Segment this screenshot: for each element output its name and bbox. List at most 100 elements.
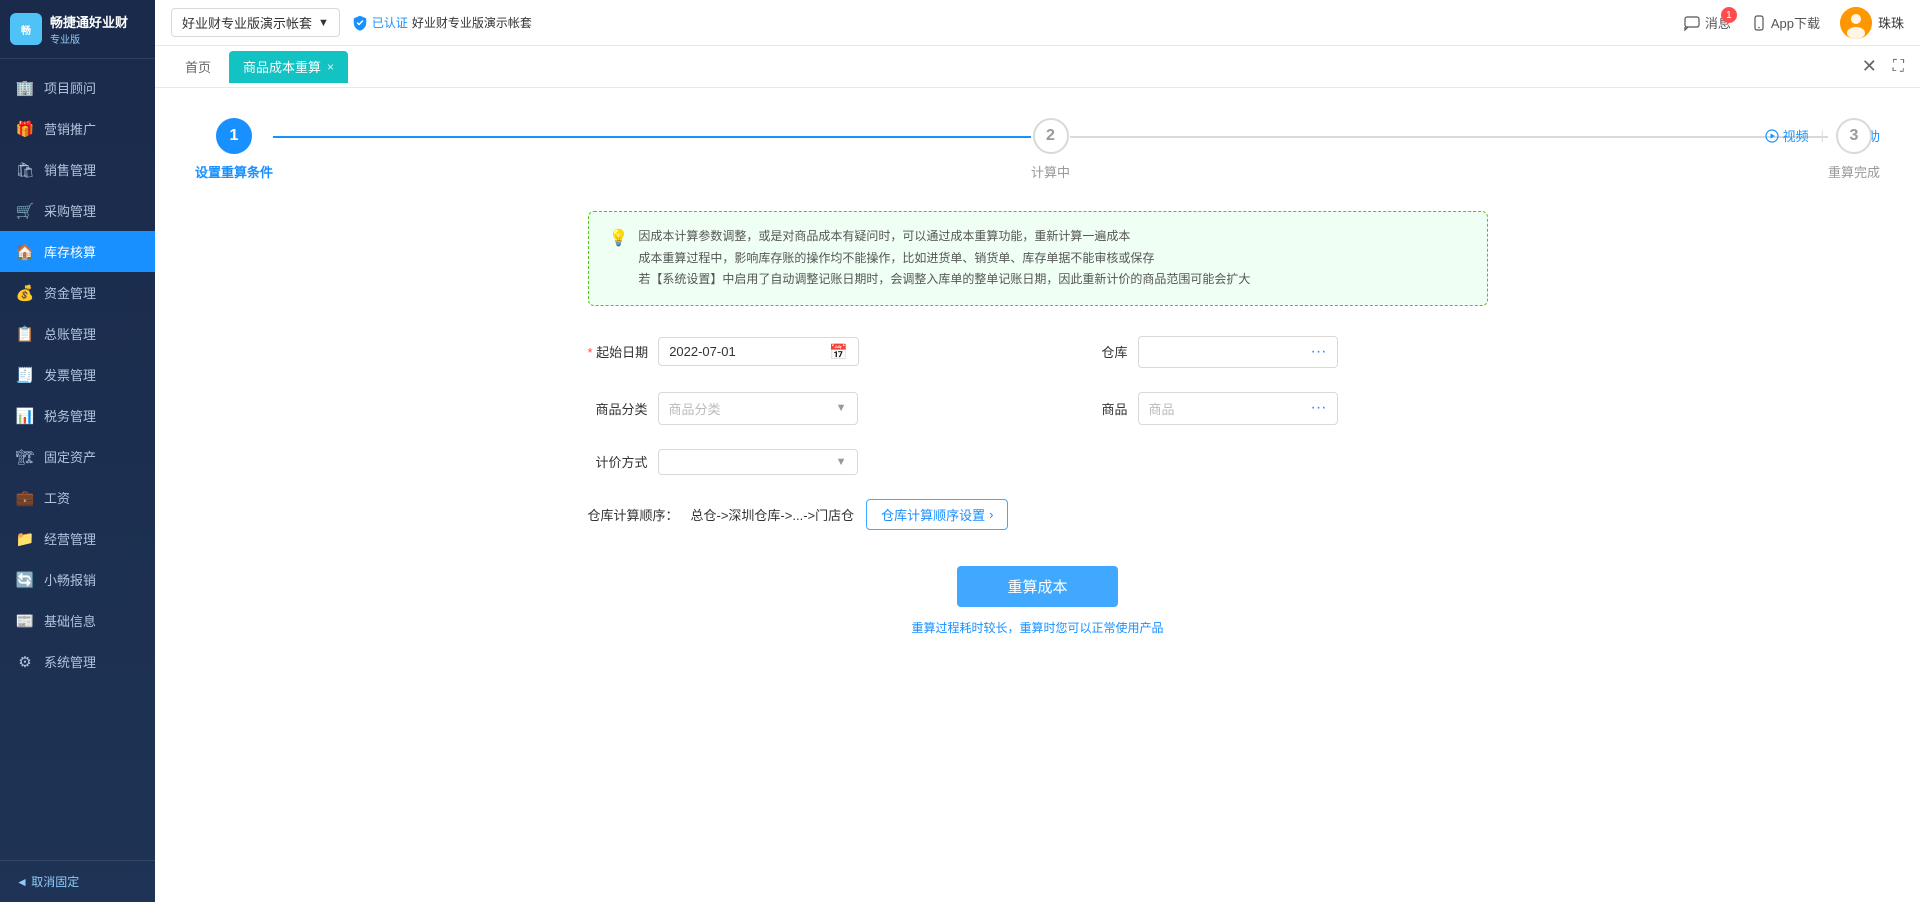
sidebar-item-finance[interactable]: 💰 资金管理: [0, 272, 155, 313]
app-title: 畅捷通好业财: [50, 12, 128, 31]
category-select[interactable]: 商品分类 ▼: [658, 392, 858, 425]
recalculate-button[interactable]: 重算成本: [957, 566, 1117, 607]
step-3-circle: 3: [1836, 118, 1872, 154]
sidebar-item-inventory[interactable]: 🏠 库存核算: [0, 231, 155, 272]
account-selector[interactable]: 好业财专业版演示帐套 ▼: [171, 8, 340, 37]
sidebar-item-label: 税务管理: [44, 406, 96, 425]
play-icon: [1765, 129, 1779, 143]
sidebar-item-label: 基础信息: [44, 611, 96, 630]
sidebar-item-accounting[interactable]: 📋 总账管理: [0, 313, 155, 354]
warehouse-select[interactable]: ···: [1138, 336, 1338, 368]
verified-badge: 已认证 好业财专业版演示帐套: [352, 14, 532, 31]
submit-hint-text: 重算过程耗时较长，重算时您可以正常使用产品: [911, 619, 1163, 636]
sidebar-item-invoice[interactable]: 🧾 发票管理: [0, 354, 155, 395]
accounting-icon: 📋: [16, 325, 34, 343]
sidebar-item-tax[interactable]: 📊 税务管理: [0, 395, 155, 436]
tab-close-button[interactable]: ×: [327, 60, 334, 74]
info-box: 💡 因成本计算参数调整，或是对商品成本有疑问时，可以通过成本重算功能，重新计算一…: [588, 211, 1488, 306]
chevron-down-icon: ▼: [836, 402, 847, 414]
sidebar-item-sales[interactable]: 🛍 销售管理: [0, 149, 155, 190]
avatar-image: [1840, 7, 1872, 39]
calendar-icon[interactable]: 📅: [819, 343, 858, 361]
category-label: 商品分类: [588, 399, 648, 418]
basic-icon: 📰: [16, 612, 34, 630]
step-line-1: [273, 136, 1031, 138]
user-name: 珠珠: [1878, 13, 1904, 32]
product-field: 商品 商品 ···: [1068, 392, 1488, 425]
submit-btn-label: 重算成本: [1007, 579, 1067, 596]
sidebar-item-salary[interactable]: 💼 工资: [0, 477, 155, 518]
product-select[interactable]: 商品 ···: [1138, 392, 1338, 425]
sidebar-item-label: 库存核算: [44, 242, 96, 261]
form-row-2: 商品分类 商品分类 ▼ 商品 商品 ···: [588, 392, 1488, 425]
sidebar-item-label: 发票管理: [44, 365, 96, 384]
operations-icon: 📁: [16, 530, 34, 548]
pricing-field: 计价方式 ▼: [588, 449, 1008, 475]
tab-active-label: 商品成本重算: [243, 57, 321, 76]
step-1: 1 设置重算条件: [195, 118, 273, 181]
product-dots-icon[interactable]: ···: [1311, 399, 1327, 417]
close-window-button[interactable]: ✕: [1858, 52, 1881, 81]
main-area: 好业财专业版演示帐套 ▼ 已认证 好业财专业版演示帐套 消息 1: [155, 0, 1920, 902]
step-3-label: 重算完成: [1828, 162, 1880, 181]
app-download-button[interactable]: App下载: [1751, 13, 1820, 32]
step-1-circle: 1: [216, 118, 252, 154]
inventory-icon: 🏠: [16, 243, 34, 261]
step-2-label: 计算中: [1031, 162, 1070, 181]
chevron-down-icon: ▼: [836, 456, 847, 468]
warehouse-dots-icon[interactable]: ···: [1311, 343, 1327, 361]
expense-icon: 🔄: [16, 571, 34, 589]
sidebar-item-label: 采购管理: [44, 201, 96, 220]
sidebar-item-marketing[interactable]: 🎁 营销推广: [0, 108, 155, 149]
account-name: 好业财专业版演示帐套: [182, 13, 312, 32]
sidebar-item-label: 经营管理: [44, 529, 96, 548]
step-line-2: [1070, 136, 1828, 138]
expand-window-button[interactable]: ⛶: [1889, 54, 1908, 80]
purchase-icon: 🛒: [16, 202, 34, 220]
start-date-input-wrapper: 📅: [658, 337, 859, 366]
topbar-right: 消息 1 App下载 珠珠: [1683, 7, 1904, 39]
topbar: 好业财专业版演示帐套 ▼ 已认证 好业财专业版演示帐套 消息 1: [155, 0, 1920, 46]
sidebar-item-basic[interactable]: 📰 基础信息: [0, 600, 155, 641]
tab-home-label: 首页: [185, 57, 211, 76]
info-text: 因成本计算参数调整，或是对商品成本有疑问时，可以通过成本重算功能，重新计算一遍成…: [638, 226, 1250, 291]
warehouse-field: 仓库 ···: [1068, 336, 1488, 368]
steps-container: 1 设置重算条件 2 计算中 3 重算完成: [195, 118, 1880, 181]
sidebar-item-system[interactable]: ⚙ 系统管理: [0, 641, 155, 682]
system-icon: ⚙: [16, 653, 34, 671]
pricing-select[interactable]: ▼: [658, 449, 858, 475]
sidebar-item-expense[interactable]: 🔄 小畅报销: [0, 559, 155, 600]
user-profile-button[interactable]: 珠珠: [1840, 7, 1904, 39]
sidebar-nav: 🏢 项目顾问 🎁 营销推广 🛍 销售管理 🛒 采购管理 🏠 库存核算 💰 资金管…: [0, 59, 155, 860]
step-1-label: 设置重算条件: [195, 162, 273, 181]
sidebar-item-purchase[interactable]: 🛒 采购管理: [0, 190, 155, 231]
start-date-field: 起始日期 📅: [588, 337, 1008, 366]
warehouse-label: 仓库: [1068, 342, 1128, 361]
warehouse-order-settings-button[interactable]: 仓库计算顺序设置 ›: [866, 499, 1008, 530]
pricing-label: 计价方式: [588, 452, 648, 471]
sidebar-item-project[interactable]: 🏢 项目顾问: [0, 67, 155, 108]
sidebar-item-operations[interactable]: 📁 经营管理: [0, 518, 155, 559]
step-2: 2 计算中: [1031, 118, 1070, 181]
start-date-input[interactable]: [659, 338, 819, 365]
sidebar-unpin-button[interactable]: ◄ 取消固定: [0, 860, 155, 902]
info-icon: 💡: [609, 228, 629, 291]
warehouse-order-value: 总仓->深圳仓库->...->门店仓: [691, 505, 855, 524]
category-field: 商品分类 商品分类 ▼: [588, 392, 1008, 425]
sidebar: 畅 畅捷通好业财 专业版 🏢 项目顾问 🎁 营销推广 🛍 销售管理 🛒 采购管理…: [0, 0, 155, 902]
verified-account: 好业财专业版演示帐套: [412, 14, 532, 31]
tab-home[interactable]: 首页: [171, 51, 225, 83]
invoice-icon: 🧾: [16, 366, 34, 384]
tax-icon: 📊: [16, 407, 34, 425]
sidebar-item-label: 总账管理: [44, 324, 96, 343]
sidebar-item-label: 固定资产: [44, 447, 96, 466]
tab-cost-recalc[interactable]: 商品成本重算 ×: [229, 51, 348, 83]
sidebar-item-assets[interactable]: 🏗 固定资产: [0, 436, 155, 477]
video-button[interactable]: 视频: [1765, 126, 1809, 145]
warehouse-order-btn-label: 仓库计算顺序设置: [881, 505, 985, 524]
message-badge: 1: [1721, 7, 1737, 23]
project-icon: 🏢: [16, 79, 34, 97]
chevron-down-icon: ▼: [318, 17, 329, 29]
message-button[interactable]: 消息 1: [1683, 13, 1731, 32]
salary-icon: 💼: [16, 489, 34, 507]
